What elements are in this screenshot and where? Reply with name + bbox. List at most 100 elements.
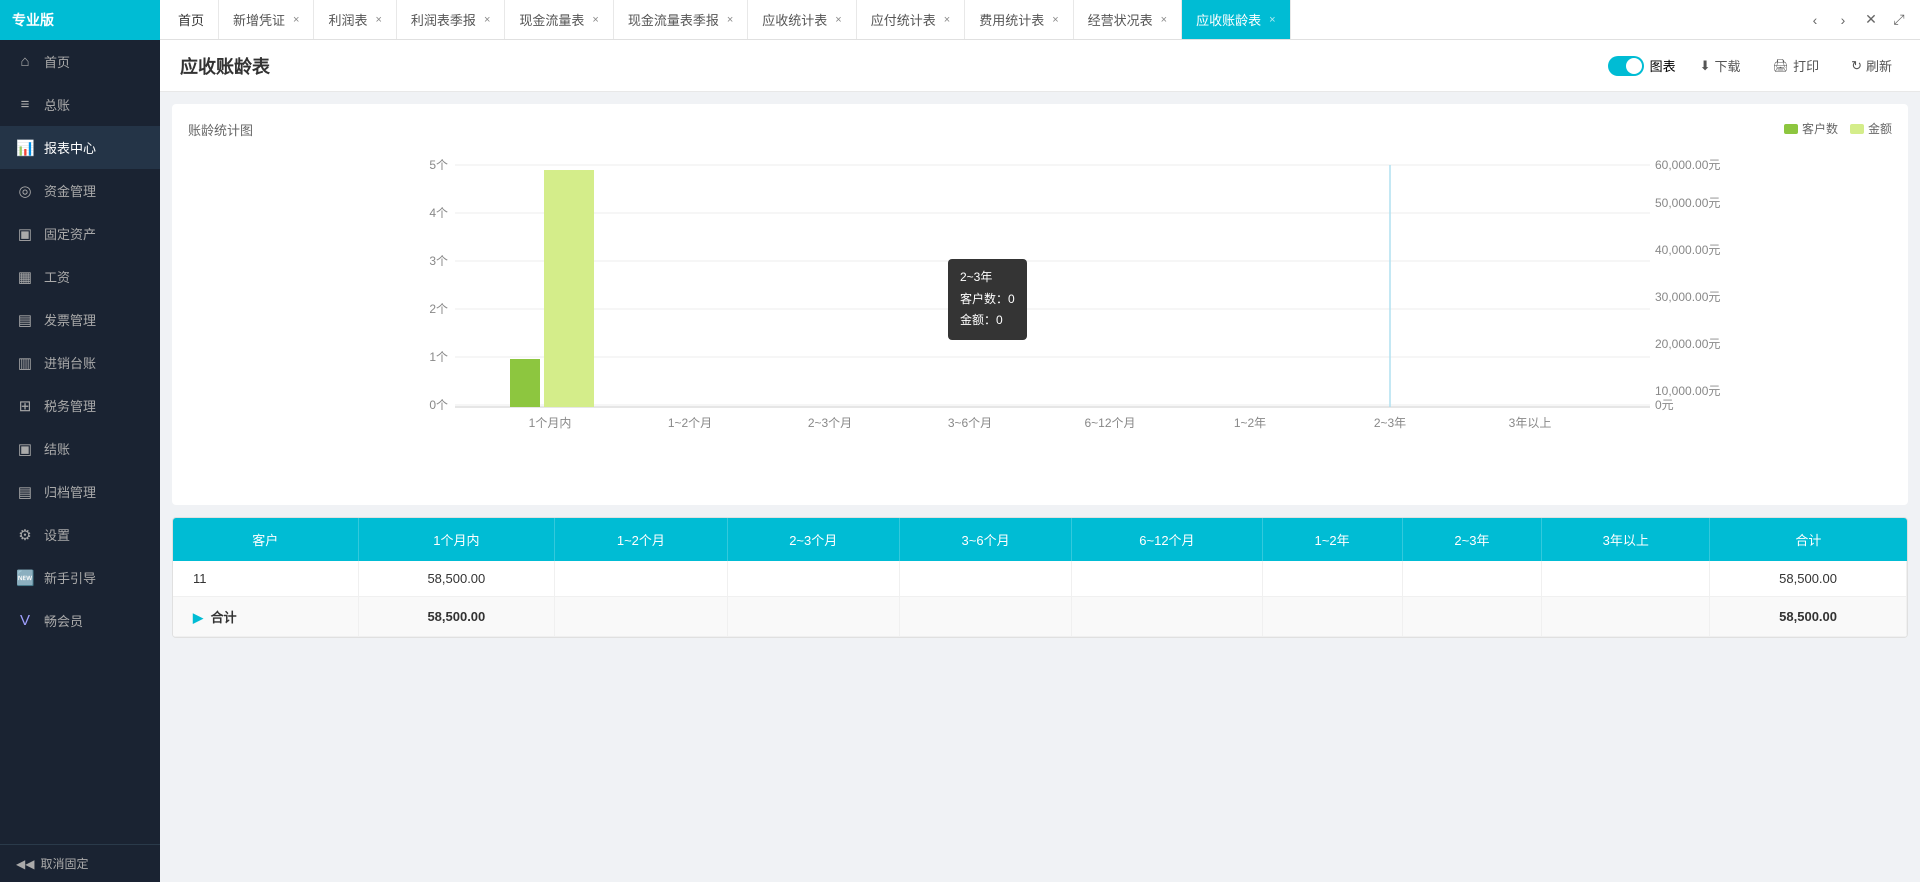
total-label: ▶ 合计	[173, 597, 358, 637]
tab-expense-stat[interactable]: 费用统计表 ×	[965, 0, 1073, 40]
col-y3plus: 3年以上	[1542, 518, 1710, 561]
svg-text:6~12个月: 6~12个月	[1084, 416, 1135, 430]
salary-icon: ▦	[16, 268, 34, 286]
tab-voucher-close[interactable]: ×	[293, 14, 299, 26]
tab-profit-quarter[interactable]: 利润表季报 ×	[397, 0, 505, 40]
member-icon: V	[16, 612, 34, 629]
tab-profit-label: 利润表	[328, 10, 367, 29]
tab-prev-button[interactable]: ‹	[1802, 7, 1828, 33]
refresh-icon: ↻	[1851, 58, 1862, 74]
tab-operation-stat[interactable]: 经营状况表 ×	[1074, 0, 1182, 40]
sidebar-item-inventory[interactable]: ▥ 进销台账	[0, 341, 160, 384]
sidebar-item-home[interactable]: ⌂ 首页	[0, 40, 160, 83]
sidebar-item-ledger[interactable]: ≡ 总账	[0, 83, 160, 126]
total-m23	[727, 597, 899, 637]
pin-icon: ◀◀	[16, 857, 34, 871]
tab-cashflow-quarter[interactable]: 现金流量表季报 ×	[614, 0, 748, 40]
sidebar-item-label: 发票管理	[44, 310, 96, 329]
sidebar: 专业版 ⌂ 首页 ≡ 总账 📊 报表中心 ◎ 资金管理 ▣ 固定资产 ▦ 工资 …	[0, 0, 160, 882]
sidebar-item-label: 固定资产	[44, 224, 96, 243]
sidebar-item-label: 新手引导	[44, 568, 96, 587]
svg-text:20,000.00元: 20,000.00元	[1655, 337, 1720, 351]
tab-maximize-button[interactable]: ⤢	[1886, 7, 1912, 33]
tab-home-label: 首页	[178, 10, 204, 29]
svg-text:3个: 3个	[429, 254, 448, 268]
svg-text:5个: 5个	[429, 158, 448, 172]
sidebar-item-settings[interactable]: ⚙ 设置	[0, 513, 160, 556]
sidebar-item-label: 设置	[44, 525, 70, 544]
reports-icon: 📊	[16, 139, 34, 157]
svg-text:2~3年: 2~3年	[1374, 416, 1406, 430]
data-table-container: 客户 1个月内 1~2个月 2~3个月 3~6个月 6~12个月 1~2年 2~…	[172, 517, 1908, 638]
tab-receivable-stat-close[interactable]: ×	[835, 14, 841, 26]
tab-cashflow-close[interactable]: ×	[592, 14, 598, 26]
tab-expense-stat-label: 费用统计表	[979, 10, 1044, 29]
svg-text:40,000.00元: 40,000.00元	[1655, 243, 1720, 257]
sidebar-item-funds[interactable]: ◎ 资金管理	[0, 169, 160, 212]
tab-profit[interactable]: 利润表 ×	[314, 0, 396, 40]
tab-cashflow-quarter-label: 现金流量表季报	[628, 10, 719, 29]
sidebar-item-salary[interactable]: ▦ 工资	[0, 255, 160, 298]
sidebar-item-label: 进销台账	[44, 353, 96, 372]
aging-table: 客户 1个月内 1~2个月 2~3个月 3~6个月 6~12个月 1~2年 2~…	[173, 518, 1907, 637]
tab-payable-stat-close[interactable]: ×	[944, 14, 950, 26]
table-header-row: 客户 1个月内 1~2个月 2~3个月 3~6个月 6~12个月 1~2年 2~…	[173, 518, 1907, 561]
sidebar-item-archive[interactable]: ▤ 归档管理	[0, 470, 160, 513]
svg-text:60,000.00元: 60,000.00元	[1655, 158, 1720, 172]
pin-label: 取消固定	[40, 855, 88, 872]
svg-text:2~3个月: 2~3个月	[808, 416, 852, 430]
sidebar-item-closing[interactable]: ▣ 结账	[0, 427, 160, 470]
sidebar-item-label: 结账	[44, 439, 70, 458]
sidebar-item-tax[interactable]: ⊞ 税务管理	[0, 384, 160, 427]
sidebar-item-member[interactable]: V 畅会员	[0, 599, 160, 642]
sidebar-item-label: 首页	[44, 52, 70, 71]
sidebar-item-reports[interactable]: 📊 报表中心	[0, 126, 160, 169]
table-row: 11 58,500.00 58,500.00	[173, 561, 1907, 597]
total-text: 合计	[211, 610, 237, 625]
tab-operation-stat-close[interactable]: ×	[1161, 14, 1167, 26]
svg-text:1~2个月: 1~2个月	[668, 416, 712, 430]
col-y23: 2~3年	[1402, 518, 1542, 561]
refresh-button[interactable]: ↻ 刷新	[1843, 52, 1900, 79]
col-customer: 客户	[173, 518, 358, 561]
svg-text:3~6个月: 3~6个月	[948, 416, 992, 430]
tab-profit-close[interactable]: ×	[375, 14, 381, 26]
total-icon: ▶	[193, 610, 203, 625]
toggle-switch-control[interactable]	[1608, 56, 1644, 76]
svg-text:10,000.00元: 10,000.00元	[1655, 384, 1720, 398]
tab-aging-close[interactable]: ×	[1269, 14, 1275, 26]
sidebar-pin-toggle[interactable]: ◀◀ 取消固定	[0, 844, 160, 882]
total-m612	[1072, 597, 1262, 637]
tab-close-all-button[interactable]: ✕	[1858, 7, 1884, 33]
tab-aging[interactable]: 应收账龄表 ×	[1182, 0, 1290, 40]
tab-next-button[interactable]: ›	[1830, 7, 1856, 33]
tab-expense-stat-close[interactable]: ×	[1052, 14, 1058, 26]
content-area: 账龄统计图 客户数 金额 5个 4个 3个 2个 1个	[160, 92, 1920, 882]
tab-voucher[interactable]: 新增凭证 ×	[219, 0, 314, 40]
svg-text:50,000.00元: 50,000.00元	[1655, 196, 1720, 210]
page-title: 应收账龄表	[180, 53, 270, 79]
sidebar-item-guide[interactable]: 🆕 新手引导	[0, 556, 160, 599]
col-y12: 1~2年	[1262, 518, 1402, 561]
legend-customer: 客户数	[1784, 120, 1838, 137]
col-m12: 1~2个月	[555, 518, 727, 561]
tab-cashflow-quarter-close[interactable]: ×	[727, 14, 733, 26]
tab-profit-quarter-close[interactable]: ×	[484, 14, 490, 26]
bar-customer-1	[510, 359, 540, 407]
download-label: 下载	[1715, 56, 1741, 75]
tab-home[interactable]: 首页	[164, 0, 219, 40]
total-y23	[1402, 597, 1542, 637]
print-button[interactable]: 🖨 打印	[1765, 52, 1828, 79]
tab-cashflow[interactable]: 现金流量表 ×	[505, 0, 613, 40]
total-m36	[899, 597, 1071, 637]
tab-receivable-stat[interactable]: 应收统计表 ×	[748, 0, 856, 40]
download-button[interactable]: ⬇ 下载	[1692, 52, 1749, 79]
print-icon: 🖨	[1773, 58, 1790, 74]
sidebar-item-assets[interactable]: ▣ 固定资产	[0, 212, 160, 255]
tax-icon: ⊞	[16, 397, 34, 415]
chart-toggle[interactable]: 图表	[1608, 56, 1676, 76]
tab-payable-stat[interactable]: 应付统计表 ×	[857, 0, 965, 40]
svg-text:30,000.00元: 30,000.00元	[1655, 290, 1720, 304]
total-m12	[555, 597, 727, 637]
sidebar-item-invoice[interactable]: ▤ 发票管理	[0, 298, 160, 341]
